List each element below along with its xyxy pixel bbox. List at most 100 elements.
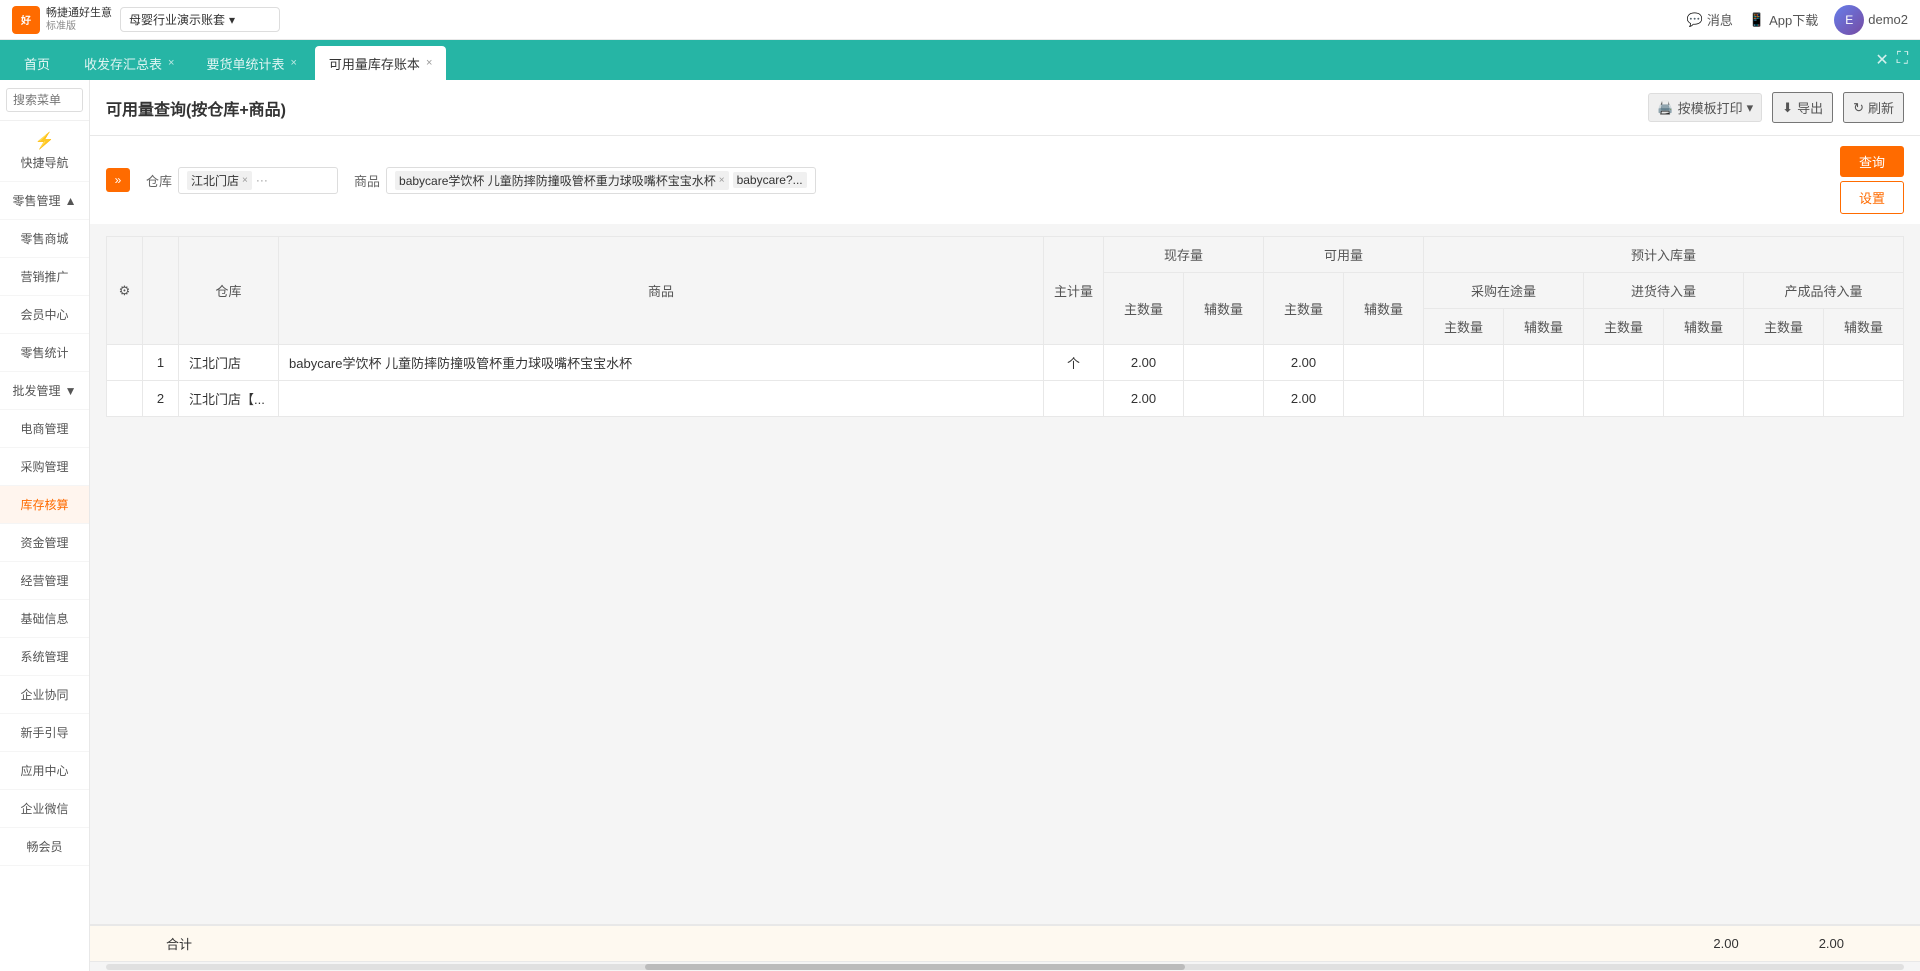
row-product-main — [1744, 345, 1824, 381]
sidebar-item-marketing[interactable]: 营销推广 — [0, 258, 89, 296]
row-settings — [107, 381, 143, 417]
close-tab-icon[interactable]: × — [426, 58, 432, 69]
row-unit — [1044, 381, 1104, 417]
sidebar-item-retail-mall[interactable]: 零售商城 — [0, 220, 89, 258]
available-qty-header: 可用量 — [1264, 237, 1424, 273]
purchase-aux-qty-header: 辅数量 — [1504, 309, 1584, 345]
app-download-button[interactable]: 📱 App下载 — [1749, 10, 1818, 29]
sidebar-item-basic-info[interactable]: 基础信息 — [0, 600, 89, 638]
sidebar-item-vip-member[interactable]: 畅会员 — [0, 828, 89, 866]
row-product — [279, 381, 1044, 417]
inbound-main-qty-header: 主数量 — [1584, 309, 1664, 345]
refresh-icon: ↻ — [1853, 100, 1864, 116]
maximize-icon[interactable]: ⛶ — [1897, 50, 1908, 70]
sidebar-item-enterprise-wechat[interactable]: 企业微信 — [0, 790, 89, 828]
arrow-icon: ▼ — [65, 384, 77, 398]
sidebar-item-inventory-check[interactable]: 库存核算 — [0, 486, 89, 524]
logo-text: 畅捷通好生意 标准版 — [46, 6, 112, 33]
row-avail-aux — [1344, 381, 1424, 417]
logo-icon: 好 — [12, 6, 40, 34]
row-current-aux — [1184, 381, 1264, 417]
filter-action-buttons: 查询 设置 — [1840, 146, 1904, 214]
row-no: 1 — [143, 345, 179, 381]
tab-available-stock[interactable]: 可用量库存账本 × — [315, 46, 446, 80]
top-bar-right: 💬 消息 📱 App下载 E demo2 — [1687, 5, 1908, 35]
nav-icon: ⚡ — [35, 131, 55, 151]
settings-button[interactable]: 设置 — [1840, 181, 1904, 214]
refresh-button[interactable]: ↻ 刷新 — [1843, 92, 1904, 123]
current-aux-qty-header: 辅数量 — [1184, 273, 1264, 345]
avail-main-qty-header: 主数量 — [1264, 273, 1344, 345]
nav-tabs-bar: 首页 收发存汇总表 × 要货单统计表 × 可用量库存账本 × ✕ ⛶ — [0, 40, 1920, 80]
message-icon: 💬 — [1687, 12, 1703, 28]
sidebar-item-system-mgmt[interactable]: 系统管理 — [0, 638, 89, 676]
logo-area: 好 畅捷通好生意 标准版 — [12, 6, 112, 34]
sidebar-item-quick-nav[interactable]: ⚡ 快捷导航 — [0, 121, 89, 182]
template-print-button[interactable]: 🖨️ 按模板打印 ▾ — [1648, 93, 1762, 122]
table-row: 1 江北门店 babycare学饮杯 儿童防摔防撞吸管杯重力球吸嘴杯宝宝水杯 个… — [107, 345, 1904, 381]
row-settings — [107, 345, 143, 381]
sidebar-item-app-center[interactable]: 应用中心 — [0, 752, 89, 790]
inventory-table: ⚙ 仓库 商品 主计量 现存量 可用量 预计入库量 主数量 辅数量 主数量 辅数… — [106, 236, 1904, 417]
settings-col-header[interactable]: ⚙ — [107, 237, 143, 345]
export-icon: ⬇ — [1782, 100, 1793, 116]
row-purchase-main — [1424, 381, 1504, 417]
remove-product-tag-1[interactable]: × — [719, 175, 725, 186]
sidebar: ⚡ 快捷导航 零售管理 ▲ 零售商城 营销推广 会员中心 零售统计 批发管理 ▼ — [0, 80, 90, 971]
main-unit-col-header: 主计量 — [1044, 237, 1104, 345]
close-window-icon[interactable]: ✕ — [1875, 50, 1888, 70]
sidebar-item-retail-stats[interactable]: 零售统计 — [0, 334, 89, 372]
page-header: 可用量查询(按仓库+商品) 🖨️ 按模板打印 ▾ ⬇ 导出 ↻ 刷新 — [90, 80, 1920, 136]
row-purchase-aux — [1504, 345, 1584, 381]
tab-home[interactable]: 首页 — [8, 46, 66, 80]
row-current-main: 2.00 — [1104, 381, 1184, 417]
top-bar-left: 好 畅捷通好生意 标准版 母婴行业演示账套 ▾ — [12, 6, 280, 34]
total-available-main: 2.00 — [1819, 936, 1844, 951]
row-inbound-main — [1584, 345, 1664, 381]
tab-order-stats[interactable]: 要货单统计表 × — [192, 46, 310, 80]
scrollbar-track[interactable] — [106, 964, 1904, 970]
purchase-in-transit-header: 采购在途量 — [1424, 273, 1584, 309]
product-tags-input[interactable]: babycare学饮杯 儿童防摔防撞吸管杯重力球吸嘴杯宝宝水杯 × babyca… — [386, 167, 816, 194]
filter-row: » 仓库 江北门店 × ··· 商品 babycare学饮杯 儿童防摔防撞吸管杯… — [90, 136, 1920, 224]
row-product-main — [1744, 381, 1824, 417]
sidebar-item-wholesale-mgmt[interactable]: 批发管理 ▼ — [0, 372, 89, 410]
sidebar-item-operations-mgmt[interactable]: 经营管理 — [0, 562, 89, 600]
search-input[interactable] — [6, 88, 83, 112]
avatar: E — [1834, 5, 1864, 35]
sidebar-item-enterprise-collab[interactable]: 企业协同 — [0, 676, 89, 714]
current-stock-header: 现存量 — [1104, 237, 1264, 273]
print-icon: 🖨️ — [1657, 100, 1673, 116]
horizontal-scrollbar[interactable] — [90, 961, 1920, 971]
sidebar-item-ecommerce-mgmt[interactable]: 电商管理 — [0, 410, 89, 448]
phone-icon: 📱 — [1749, 12, 1765, 28]
user-profile[interactable]: E demo2 — [1834, 5, 1908, 35]
message-button[interactable]: 💬 消息 — [1687, 10, 1733, 29]
expand-filter-button[interactable]: » — [106, 168, 130, 192]
page-title: 可用量查询(按仓库+商品) — [106, 96, 286, 120]
sidebar-item-new-user-guide[interactable]: 新手引导 — [0, 714, 89, 752]
close-tab-icon[interactable]: × — [168, 58, 174, 69]
tenant-selector[interactable]: 母婴行业演示账套 ▾ — [120, 7, 280, 32]
sidebar-item-purchase-mgmt[interactable]: 采购管理 — [0, 448, 89, 486]
sidebar-item-retail-mgmt[interactable]: 零售管理 ▲ — [0, 182, 89, 220]
close-tab-icon[interactable]: × — [290, 58, 296, 69]
page-title-row: 可用量查询(按仓库+商品) 🖨️ 按模板打印 ▾ ⬇ 导出 ↻ 刷新 — [106, 92, 1904, 123]
warehouse-tag: 江北门店 × — [187, 171, 252, 190]
sidebar-item-member-center[interactable]: 会员中心 — [0, 296, 89, 334]
table-container: ⚙ 仓库 商品 主计量 现存量 可用量 预计入库量 主数量 辅数量 主数量 辅数… — [90, 224, 1920, 924]
export-button[interactable]: ⬇ 导出 — [1772, 92, 1833, 123]
sidebar-item-finance-mgmt[interactable]: 资金管理 — [0, 524, 89, 562]
nav-tabs-wrapper: 首页 收发存汇总表 × 要货单统计表 × 可用量库存账本 × — [0, 46, 1920, 80]
page-actions: 🖨️ 按模板打印 ▾ ⬇ 导出 ↻ 刷新 — [1648, 92, 1904, 123]
query-button[interactable]: 查询 — [1840, 146, 1904, 177]
planned-inbound-header: 预计入库量 — [1424, 237, 1904, 273]
sidebar-search-area — [0, 80, 89, 121]
scrollbar-thumb[interactable] — [645, 964, 1184, 970]
tab-receive-send[interactable]: 收发存汇总表 × — [70, 46, 188, 80]
table-row: 2 江北门店【... 2.00 2.00 — [107, 381, 1904, 417]
total-label: 合计 — [166, 934, 192, 953]
row-inbound-aux — [1664, 381, 1744, 417]
warehouse-tags-input[interactable]: 江北门店 × ··· — [178, 167, 338, 194]
remove-warehouse-tag[interactable]: × — [242, 175, 248, 186]
